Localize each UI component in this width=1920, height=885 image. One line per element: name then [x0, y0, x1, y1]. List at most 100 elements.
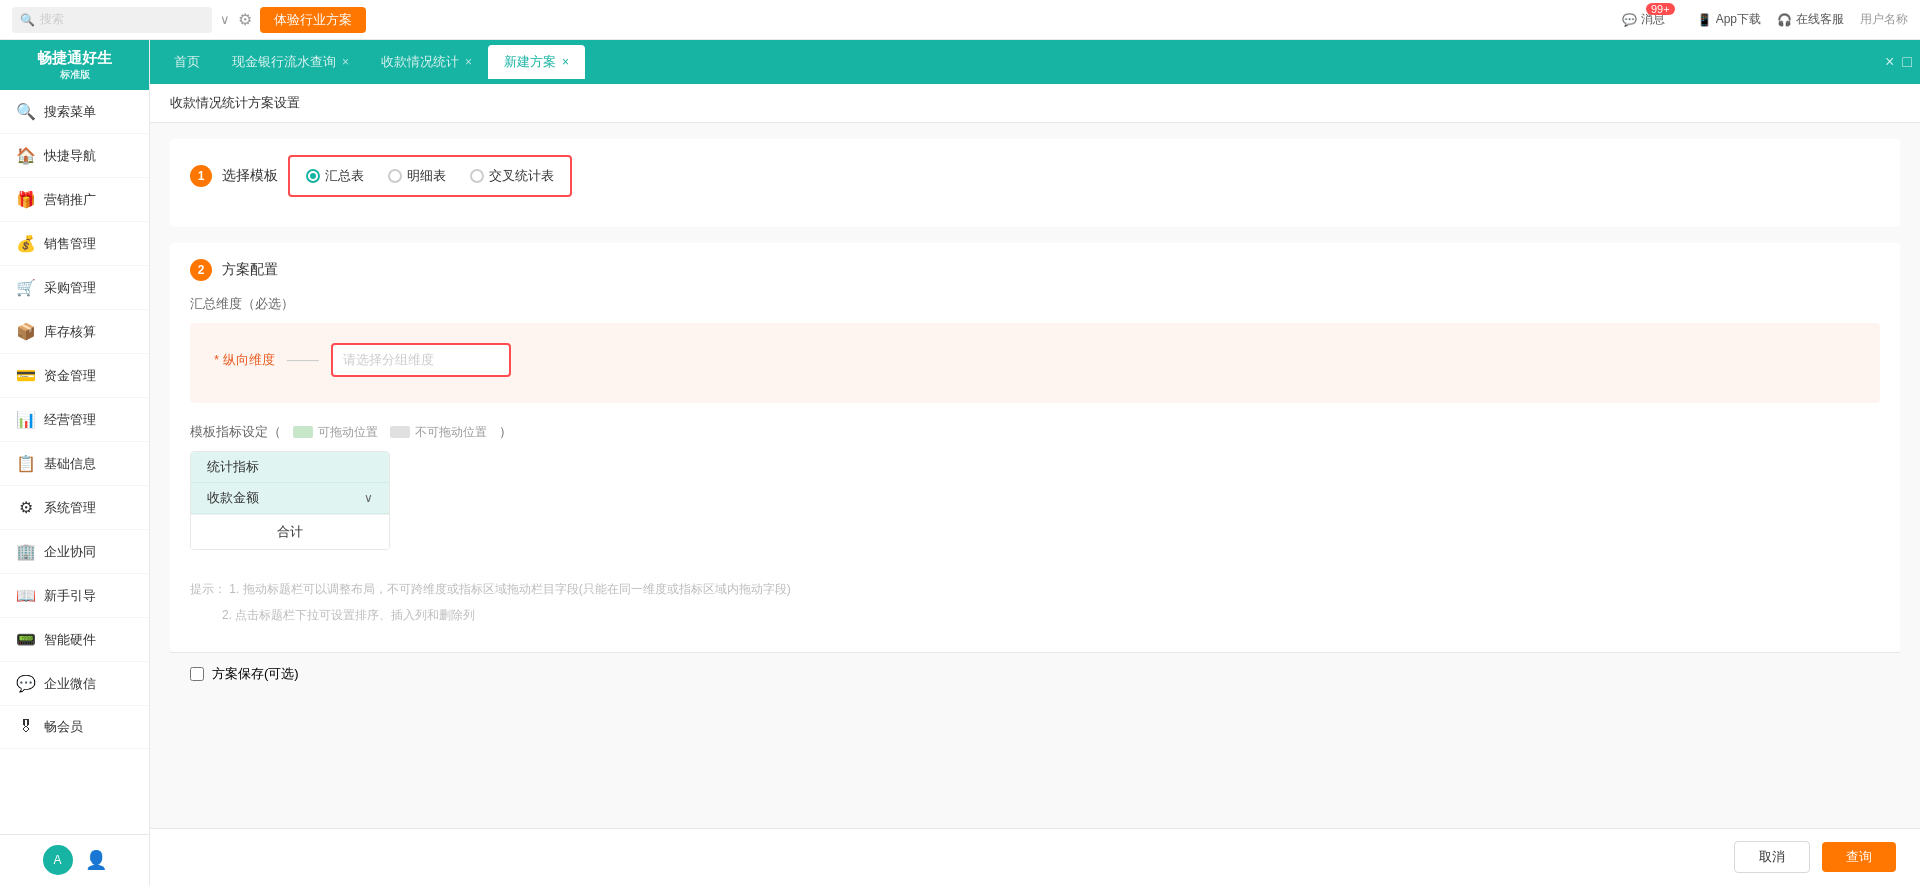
page-content: 收款情况统计方案设置 1 选择模板 汇总表	[150, 84, 1920, 885]
tab-payment-stats-label: 收款情况统计	[381, 53, 459, 71]
step2-section: 2 方案配置 汇总维度（必选） * 纵向维度 —— 请选择分组维度	[170, 243, 1900, 652]
tab-payment-stats[interactable]: 收款情况统计 ×	[365, 45, 488, 79]
hint-2: 2. 点击标题栏下拉可设置排序、插入列和删除列	[190, 605, 1880, 627]
quick-nav-icon: 🏠	[16, 146, 36, 165]
radio-summary[interactable]: 汇总表	[306, 167, 364, 185]
tab-bar: 首页 现金银行流水查询 × 收款情况统计 × 新建方案 × × □	[150, 40, 1920, 84]
sidebar-label-wechat: 企业微信	[44, 675, 96, 693]
content-area: 首页 现金银行流水查询 × 收款情况统计 × 新建方案 × × □	[150, 40, 1920, 885]
sidebar-item-sales[interactable]: 💰 销售管理	[0, 222, 149, 266]
guide-icon: 📖	[16, 586, 36, 605]
radio-summary-dot	[306, 169, 320, 183]
dimension-arrow: ——	[287, 351, 319, 369]
tab-new-plan[interactable]: 新建方案 ×	[488, 45, 585, 79]
page-title: 收款情况统计方案设置	[170, 95, 300, 110]
service-area[interactable]: 🎧 在线客服	[1777, 11, 1844, 28]
sidebar-item-guide[interactable]: 📖 新手引导	[0, 574, 149, 618]
sidebar-item-purchase[interactable]: 🛒 采购管理	[0, 266, 149, 310]
stats-table: 统计指标 收款金额 ∨ 合计	[190, 451, 390, 550]
search-placeholder: 搜索	[40, 11, 64, 28]
chevron-down-icon[interactable]: ∨	[220, 12, 230, 27]
tab-new-plan-close[interactable]: ×	[562, 55, 569, 69]
sidebar-bottom: A 👤	[0, 834, 149, 885]
draggable-text: 可拖动位置	[318, 424, 378, 441]
sidebar-item-marketing[interactable]: 🎁 营销推广	[0, 178, 149, 222]
sidebar-item-wechat[interactable]: 💬 企业微信	[0, 662, 149, 706]
download-area[interactable]: 📱 App下载	[1697, 11, 1761, 28]
dimension-input[interactable]: 请选择分组维度	[331, 343, 511, 377]
sidebar-item-basic-info[interactable]: 📋 基础信息	[0, 442, 149, 486]
save-checkbox[interactable]	[190, 667, 204, 681]
sidebar-item-finance[interactable]: 💳 资金管理	[0, 354, 149, 398]
trial-button[interactable]: 体验行业方案	[260, 7, 366, 33]
sidebar-item-operations[interactable]: 📊 经营管理	[0, 398, 149, 442]
tab-home-label: 首页	[174, 53, 200, 71]
sidebar-item-smart-hw[interactable]: 📟 智能硬件	[0, 618, 149, 662]
logo-text: 畅捷通好生	[37, 49, 112, 68]
step2-header: 2 方案配置	[190, 259, 1880, 281]
vertical-dimension-label: * 纵向维度	[214, 351, 275, 369]
purchase-icon: 🛒	[16, 278, 36, 297]
dimension-field-label: 汇总维度（必选）	[190, 295, 1880, 313]
sidebar-label-system: 系统管理	[44, 499, 96, 517]
stats-table-header[interactable]: 统计指标	[191, 452, 389, 483]
search-menu-icon: 🔍	[16, 102, 36, 121]
tab-bar-actions: × □	[1885, 53, 1912, 71]
legend-non-draggable: 不可拖动位置	[390, 424, 487, 441]
tab-minimize-icon[interactable]: ×	[1885, 53, 1894, 71]
sidebar-item-search-menu[interactable]: 🔍 搜索菜单	[0, 90, 149, 134]
logo-sub: 标准版	[37, 68, 112, 82]
top-bar-left: 🔍 搜索 ∨ ⚙ 体验行业方案	[12, 7, 1622, 33]
message-icon: 💬	[1622, 13, 1637, 27]
sidebar-item-enterprise[interactable]: 🏢 企业协同	[0, 530, 149, 574]
radio-cross-dot	[470, 169, 484, 183]
notification-area[interactable]: 💬 消息 99+	[1622, 11, 1665, 28]
stats-column-label: 收款金额	[207, 489, 259, 507]
tab-new-plan-label: 新建方案	[504, 53, 556, 71]
legend-draggable: 可拖动位置	[293, 424, 378, 441]
download-label: App下载	[1716, 11, 1761, 28]
stats-column-header[interactable]: 收款金额 ∨	[191, 483, 389, 514]
step1-number: 1	[190, 165, 212, 187]
tab-payment-stats-close[interactable]: ×	[465, 55, 472, 69]
sidebar-item-system[interactable]: ⚙ 系统管理	[0, 486, 149, 530]
user-info[interactable]: 用户名称	[1860, 11, 1908, 28]
sidebar-item-inventory[interactable]: 📦 库存核算	[0, 310, 149, 354]
dimension-row: * 纵向维度 —— 请选择分组维度	[214, 343, 1856, 377]
sidebar-logo: 畅捷通好生 标准版	[0, 40, 149, 90]
tab-bank-flow[interactable]: 现金银行流水查询 ×	[216, 45, 365, 79]
radio-cross[interactable]: 交叉统计表	[470, 167, 554, 185]
cancel-button[interactable]: 取消	[1734, 841, 1810, 873]
gear-icon[interactable]: ⚙	[238, 10, 252, 29]
hint-text: 提示： 1. 拖动标题栏可以调整布局，不可跨维度或指标区域拖动栏目字段(只能在同…	[190, 579, 1880, 601]
marketing-icon: 🎁	[16, 190, 36, 209]
sidebar: 畅捷通好生 标准版 🔍 搜索菜单 🏠 快捷导航 🎁 营销推广 💰 销售管理 🛒 …	[0, 40, 150, 885]
sidebar-item-member[interactable]: 🎖 畅会员	[0, 706, 149, 749]
step1-title: 选择模板	[222, 167, 278, 185]
avatar[interactable]: A	[43, 845, 73, 875]
finance-icon: 💳	[16, 366, 36, 385]
sidebar-label-quick-nav: 快捷导航	[44, 147, 96, 165]
notification-count: 99+	[1646, 3, 1675, 15]
non-draggable-text: 不可拖动位置	[415, 424, 487, 441]
save-label: 方案保存(可选)	[212, 665, 299, 683]
template-options-box: 汇总表 明细表 交叉统计表	[288, 155, 572, 197]
inventory-icon: 📦	[16, 322, 36, 341]
tab-bank-flow-close[interactable]: ×	[342, 55, 349, 69]
dimension-area: * 纵向维度 —— 请选择分组维度	[190, 323, 1880, 403]
hint-prefix: 提示：	[190, 582, 226, 596]
indicator-settings: 模板指标设定（ 可拖动位置 不可拖动位置 ）	[190, 423, 1880, 553]
sidebar-label-enterprise: 企业协同	[44, 543, 96, 561]
search-box[interactable]: 🔍 搜索	[12, 7, 212, 33]
sidebar-label-purchase: 采购管理	[44, 279, 96, 297]
indicator-label: 模板指标设定（	[190, 423, 281, 441]
avatar-icon: 👤	[85, 849, 107, 871]
non-draggable-dot	[390, 426, 410, 438]
query-button[interactable]: 查询	[1822, 842, 1896, 872]
tab-home[interactable]: 首页	[158, 45, 216, 79]
sidebar-item-quick-nav[interactable]: 🏠 快捷导航	[0, 134, 149, 178]
tab-maximize-icon[interactable]: □	[1902, 53, 1912, 71]
radio-detail[interactable]: 明细表	[388, 167, 446, 185]
sidebar-label-operations: 经营管理	[44, 411, 96, 429]
member-icon: 🎖	[16, 718, 36, 736]
